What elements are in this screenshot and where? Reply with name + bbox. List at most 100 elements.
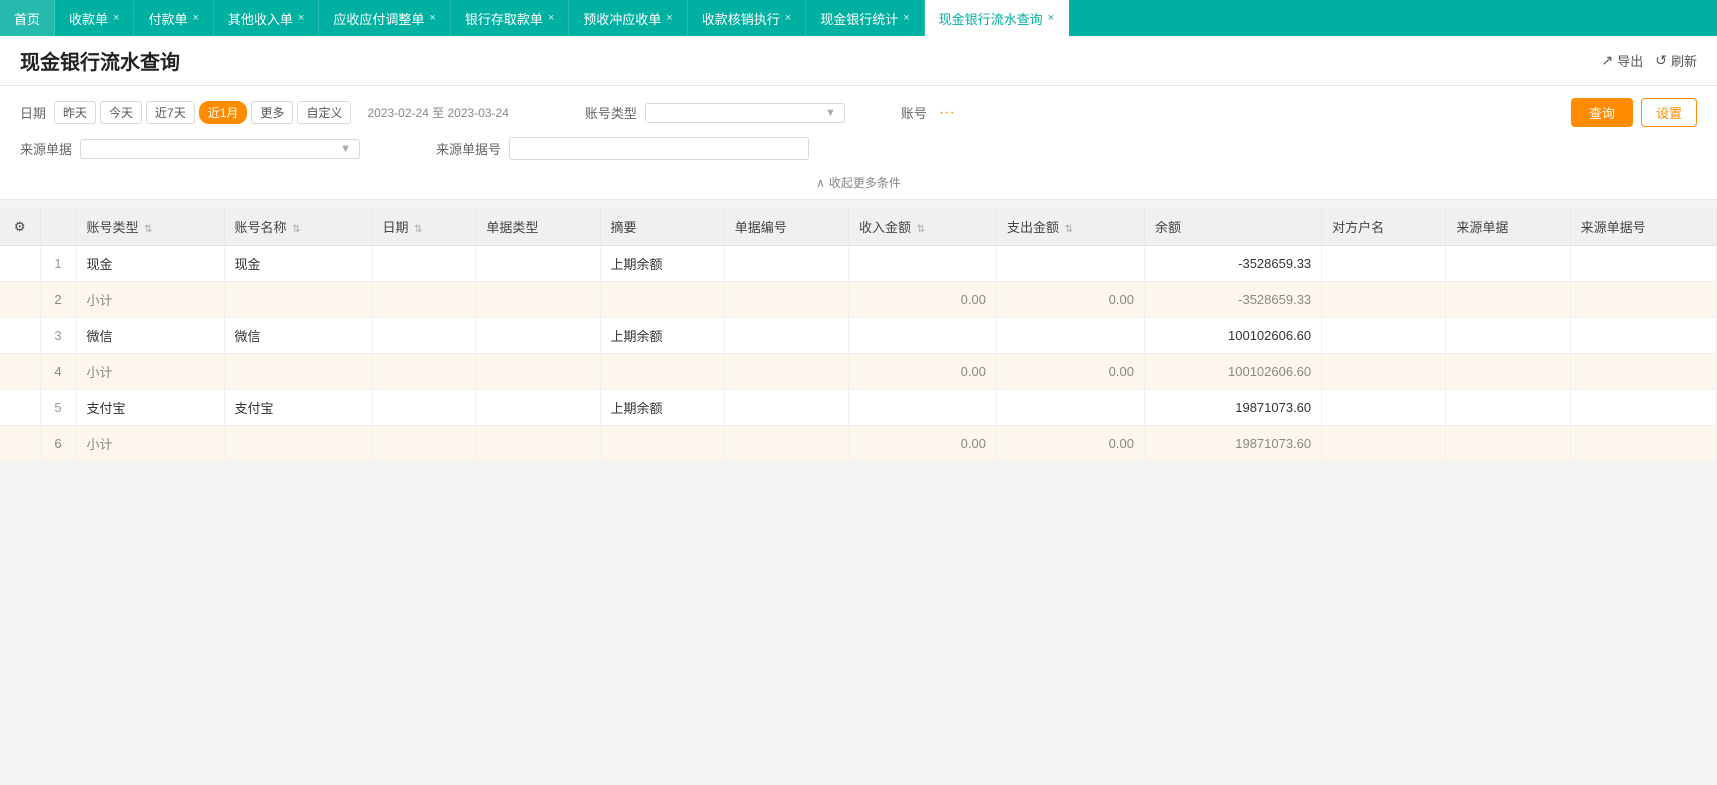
- nav-close-cash-bank-flow[interactable]: ×: [1048, 12, 1054, 24]
- export-button[interactable]: ↗ 导出: [1602, 51, 1644, 70]
- th-gear[interactable]: ⚙: [0, 208, 40, 246]
- cell-counterpart: [1322, 246, 1446, 282]
- cell-date: [372, 246, 476, 282]
- cell-doc-no: [724, 390, 848, 426]
- cell-counterpart: [1322, 390, 1446, 426]
- cell-source-doc: [1446, 282, 1570, 318]
- date-options: 昨天 今天 近7天 近1月 更多 自定义: [54, 101, 351, 124]
- th-expense[interactable]: 支出金额 ⇅: [996, 208, 1144, 246]
- account-filter-group: 账号 ···: [901, 103, 955, 122]
- cell-source-doc-no: [1570, 390, 1716, 426]
- date-btn-yesterday[interactable]: 昨天: [54, 101, 96, 124]
- collapse-icon: ∧: [816, 176, 825, 190]
- nav-close-advance-offset[interactable]: ×: [666, 12, 672, 24]
- action-buttons: 查询 设置: [1571, 98, 1697, 127]
- cell-gear: [0, 246, 40, 282]
- nav-item-advance-offset[interactable]: 预收冲应收单 ×: [569, 0, 687, 36]
- cell-gear: [0, 390, 40, 426]
- filter-row-1: 日期 昨天 今天 近7天 近1月 更多 自定义 2023-02-24 至 202…: [20, 98, 1697, 127]
- source-doc-no-input[interactable]: [509, 137, 809, 160]
- nav-item-receipt[interactable]: 收款单 ×: [55, 0, 134, 36]
- cell-account-name: [224, 426, 372, 462]
- nav-item-cash-bank-stats[interactable]: 现金银行统计 ×: [806, 0, 924, 36]
- cell-doc-type: [476, 354, 600, 390]
- date-btn-today[interactable]: 今天: [100, 101, 142, 124]
- account-label: 账号: [901, 103, 927, 122]
- nav-label-advance-offset: 预收冲应收单: [583, 9, 661, 28]
- th-date[interactable]: 日期 ⇅: [372, 208, 476, 246]
- cell-doc-type: [476, 390, 600, 426]
- cell-expense: 0.00: [996, 282, 1144, 318]
- th-account-type[interactable]: 账号类型 ⇅: [76, 208, 224, 246]
- table-header-row: ⚙ 账号类型 ⇅ 账号名称 ⇅ 日期 ⇅ 单据类型 摘要 单据编号 收入金额 ⇅…: [0, 208, 1717, 246]
- th-source-doc: 来源单据: [1446, 208, 1570, 246]
- cell-gear: [0, 318, 40, 354]
- th-summary: 摘要: [600, 208, 724, 246]
- cell-summary: [600, 426, 724, 462]
- cell-account-name: 支付宝: [224, 390, 372, 426]
- refresh-button[interactable]: ↺ 刷新: [1655, 51, 1697, 70]
- cell-expense: [996, 246, 1144, 282]
- cell-balance: 19871073.60: [1144, 390, 1321, 426]
- account-type-label: 账号类型: [585, 103, 637, 122]
- settings-button[interactable]: 设置: [1641, 98, 1697, 127]
- table-row: 3微信微信上期余额100102606.60: [0, 318, 1717, 354]
- date-btn-1month[interactable]: 近1月: [199, 101, 248, 124]
- collapse-label: 收起更多条件: [829, 174, 901, 191]
- cell-doc-type: [476, 246, 600, 282]
- cell-date: [372, 318, 476, 354]
- nav-close-receipt-writeoff[interactable]: ×: [785, 12, 791, 24]
- th-account-name[interactable]: 账号名称 ⇅: [224, 208, 372, 246]
- cell-source-doc: [1446, 246, 1570, 282]
- th-num: [40, 208, 76, 246]
- nav-item-cash-bank-flow[interactable]: 现金银行流水查询 ×: [925, 0, 1069, 36]
- cell-num: 4: [40, 354, 76, 390]
- nav-item-payment[interactable]: 付款单 ×: [134, 0, 213, 36]
- cell-doc-no: [724, 282, 848, 318]
- source-doc-label: 来源单据: [20, 139, 72, 158]
- cell-date: [372, 282, 476, 318]
- nav-item-other-income[interactable]: 其他收入单 ×: [214, 0, 319, 36]
- nav-item-ar-ap-adjust[interactable]: 应收应付调整单 ×: [319, 0, 450, 36]
- nav-close-payment[interactable]: ×: [192, 12, 198, 24]
- filter-row-2: 来源单据 ▼ 来源单据号: [20, 137, 1697, 160]
- nav-label-home: 首页: [14, 9, 40, 28]
- nav-item-bank-deposit[interactable]: 银行存取款单 ×: [451, 0, 569, 36]
- cell-summary: 上期余额: [600, 390, 724, 426]
- cell-income: 0.00: [848, 426, 996, 462]
- account-type-chevron-icon: ▼: [825, 107, 836, 119]
- cell-date: [372, 390, 476, 426]
- nav-item-receipt-writeoff[interactable]: 收款核销执行 ×: [688, 0, 806, 36]
- cell-expense: 0.00: [996, 354, 1144, 390]
- cell-account-type: 支付宝: [76, 390, 224, 426]
- date-btn-7days[interactable]: 近7天: [146, 101, 195, 124]
- cell-source-doc: [1446, 426, 1570, 462]
- nav-close-cash-bank-stats[interactable]: ×: [903, 12, 909, 24]
- source-doc-select[interactable]: ▼: [80, 139, 360, 159]
- nav-item-home[interactable]: 首页: [0, 0, 55, 36]
- date-filter-group: 日期 昨天 今天 近7天 近1月 更多 自定义 2023-02-24 至 202…: [20, 101, 509, 124]
- date-btn-custom[interactable]: 自定义: [297, 101, 351, 124]
- cell-num: 2: [40, 282, 76, 318]
- cell-account-type: 微信: [76, 318, 224, 354]
- table-row: 5支付宝支付宝上期余额19871073.60: [0, 390, 1717, 426]
- th-income[interactable]: 收入金额 ⇅: [848, 208, 996, 246]
- cell-summary: 上期余额: [600, 318, 724, 354]
- collapse-bar[interactable]: ∧ 收起更多条件: [20, 170, 1697, 191]
- table-row: 2小计0.000.00-3528659.33: [0, 282, 1717, 318]
- page-header: 现金银行流水查询 ↗ 导出 ↺ 刷新: [0, 36, 1717, 86]
- cell-account-name: 现金: [224, 246, 372, 282]
- nav-close-bank-deposit[interactable]: ×: [548, 12, 554, 24]
- cell-source-doc-no: [1570, 318, 1716, 354]
- cell-doc-no: [724, 246, 848, 282]
- date-range-text: 2023-02-24 至 2023-03-24: [367, 104, 508, 121]
- nav-close-other-income[interactable]: ×: [298, 12, 304, 24]
- cell-account-name: [224, 354, 372, 390]
- nav-close-receipt[interactable]: ×: [113, 12, 119, 24]
- cell-doc-type: [476, 426, 600, 462]
- date-btn-more[interactable]: 更多: [251, 101, 293, 124]
- account-type-select[interactable]: ▼: [645, 103, 845, 123]
- query-button[interactable]: 查询: [1571, 98, 1633, 127]
- nav-close-ar-ap-adjust[interactable]: ×: [429, 12, 435, 24]
- account-dots-button[interactable]: ···: [939, 104, 955, 122]
